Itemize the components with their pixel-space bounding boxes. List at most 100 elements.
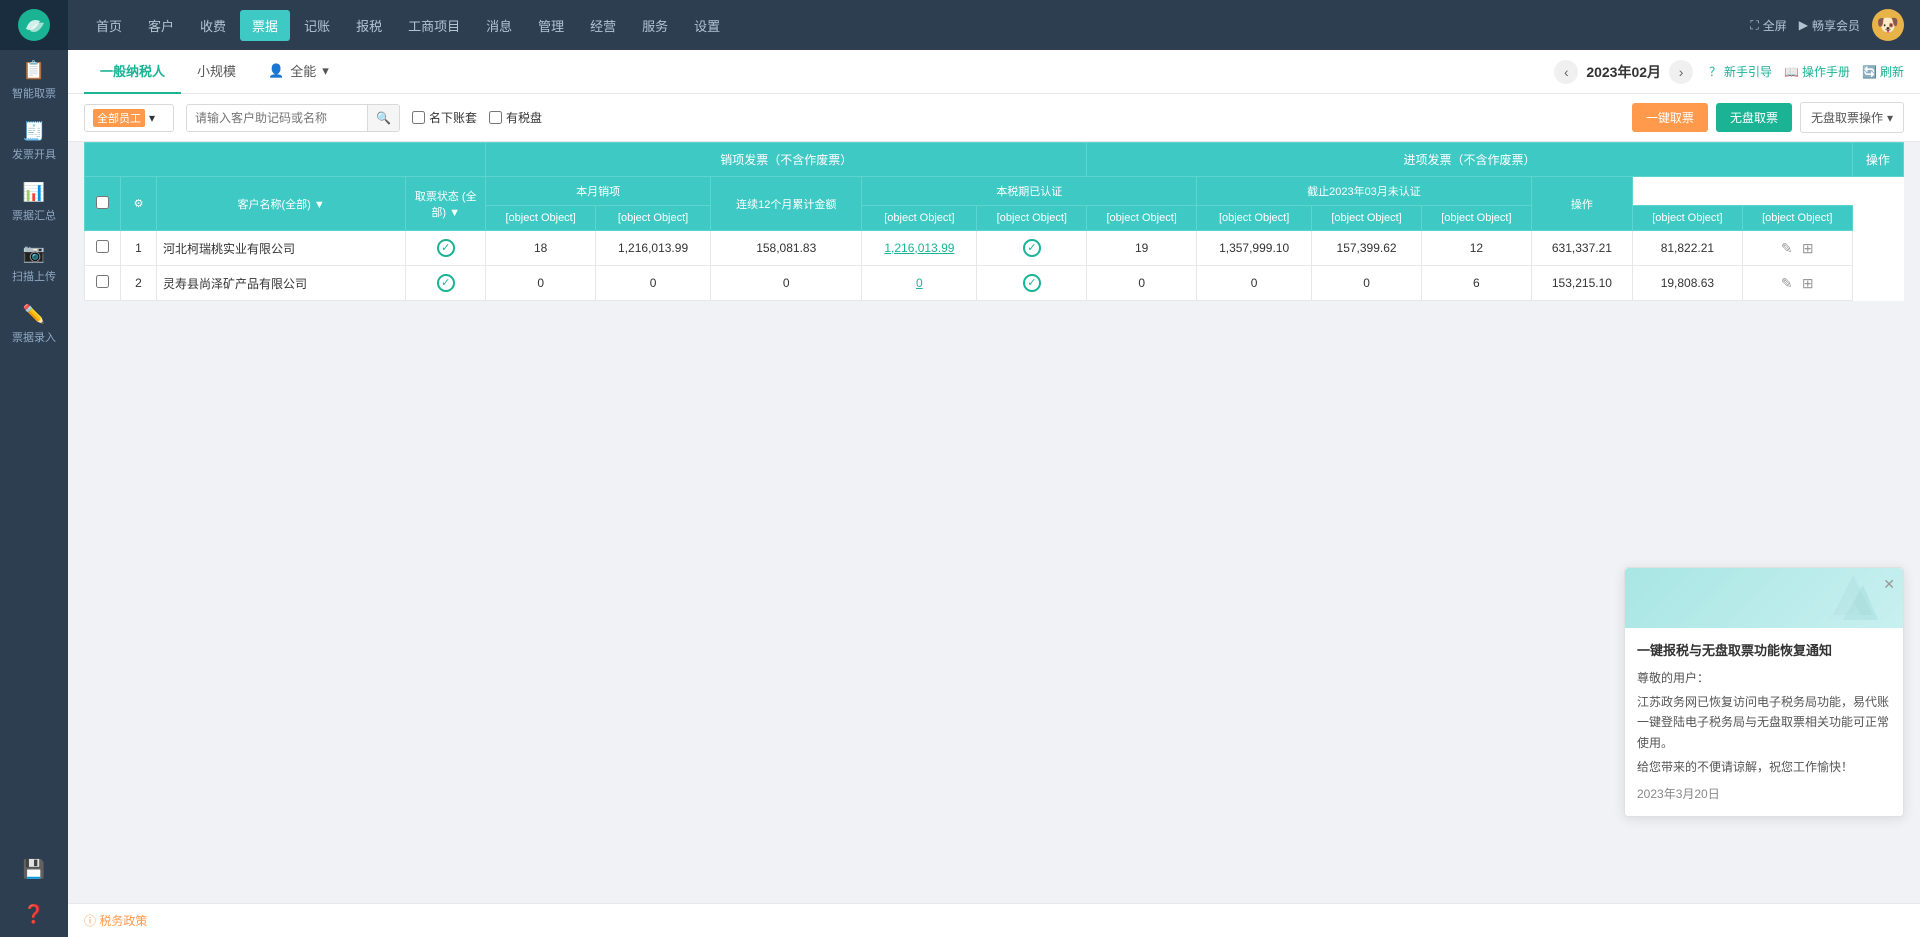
search-input[interactable] (187, 105, 367, 131)
nav-client[interactable]: 客户 (136, 10, 186, 41)
fullscreen-btn[interactable]: ⛶ 全屏 (1750, 17, 1786, 34)
vip-btn[interactable]: ▶ 畅享会员 (1799, 17, 1860, 34)
th-sales-count: [object Object] (486, 206, 596, 231)
invoice-issue-icon: 🧾 (23, 121, 45, 142)
row-uncert-count-1: 6 (1421, 266, 1531, 301)
row-checkbox-0[interactable] (96, 240, 109, 253)
sidebar-item-scan-upload[interactable]: 📷 扫描上传 (0, 233, 68, 294)
sidebar-item-download[interactable]: 💾 (0, 847, 68, 892)
sidebar-item-smart-fetch[interactable]: 📋 智能取票 (0, 50, 68, 111)
scan-upload-icon: 📷 (23, 243, 45, 264)
nav-operation[interactable]: 经营 (578, 10, 628, 41)
row-actions-0: ✎ ⊞ (1742, 231, 1852, 266)
tax-policy-link[interactable]: ⓘ 税务政策 (84, 912, 147, 929)
sidebar: 📋 智能取票 🧾 发票开具 📊 票据汇总 📷 扫描上传 ✏️ 票据录入 💾 ❓ (0, 0, 68, 937)
nav-management[interactable]: 管理 (526, 10, 576, 41)
edit-icon-0[interactable]: ✎ (1781, 240, 1793, 256)
search-icon: 🔍 (376, 111, 391, 125)
nav-message[interactable]: 消息 (474, 10, 524, 41)
vip-icon: ▶ (1799, 18, 1808, 32)
row-sales-amount-1: 0 (596, 266, 711, 301)
table-row: 2 灵寿县尚泽矿产品有限公司 ✓ 0 0 0 0 ✓ 0 0 0 6 153,2… (85, 266, 1904, 301)
guide-btn[interactable]: ？ 新手引导 (1709, 63, 1772, 80)
nav-bookkeeping[interactable]: 记账 (292, 10, 342, 41)
nav-fee[interactable]: 收费 (188, 10, 238, 41)
th-customer[interactable]: 客户名称(全部) ▼ (157, 177, 406, 231)
checkbox-taxdisk[interactable]: 有税盘 (489, 109, 542, 126)
dropdown-icon: ▾ (1887, 111, 1893, 125)
search-button[interactable]: 🔍 (367, 105, 399, 131)
filter-right-btns: 一键取票 无盘取票 无盘取票操作 ▾ (1632, 102, 1904, 133)
th-action-col: 操作 (1531, 177, 1632, 231)
th-uncert-tax: [object Object] (1742, 206, 1852, 231)
no-disk-ops-btn[interactable]: 无盘取票操作 ▾ (1800, 102, 1904, 133)
nav-business[interactable]: 工商项目 (396, 10, 472, 41)
one-click-fetch-btn[interactable]: 一键取票 (1632, 103, 1708, 132)
tabs-row: 一般纳税人 小规模 👤 全能 ▾ ‹ 2023年02月 › ？ 新手引导 📖 操… (68, 50, 1920, 94)
nav-invoice[interactable]: 票据 (240, 10, 290, 41)
th-cert-amount: [object Object] (1197, 206, 1312, 231)
sidebar-item-invoice-summary[interactable]: 📊 票据汇总 (0, 172, 68, 233)
checkbox-taxdisk-input[interactable] (489, 111, 502, 124)
view-icon-0[interactable]: ⊞ (1802, 240, 1814, 256)
tab-all[interactable]: 👤 全能 ▾ (252, 50, 345, 94)
employee-select[interactable]: 全部员工 ▾ (84, 104, 174, 132)
th-fetch-status[interactable]: 取票状态 (全部) ▼ (406, 177, 486, 231)
sidebar-item-label: 智能取票 (12, 85, 56, 101)
row-sales-count-0: 18 (486, 231, 596, 266)
row-checkbox-1[interactable] (96, 275, 109, 288)
chevron-down-icon: ▾ (149, 111, 155, 125)
filter-row: 全部员工 ▾ 🔍 名下账套 有税盘 一键取票 无盘取票 无 (68, 94, 1920, 142)
table-sub-header-row1: ⚙ 客户名称(全部) ▼ 取票状态 (全部) ▼ 本月销项 连续12个月累计金额… (85, 177, 1904, 206)
edit-icon-1[interactable]: ✎ (1781, 275, 1793, 291)
no-disk-fetch-btn[interactable]: 无盘取票 (1716, 103, 1792, 132)
row-fetch-status-0: ✓ (406, 231, 486, 266)
checkbox-account-input[interactable] (412, 111, 425, 124)
prev-month-btn[interactable]: ‹ (1554, 60, 1578, 84)
fetch-status-icon-1: ✓ (437, 274, 455, 292)
nav-home[interactable]: 首页 (84, 10, 134, 41)
view-icon-1[interactable]: ⊞ (1802, 275, 1814, 291)
help-icon: ❓ (23, 904, 45, 925)
manual-btn[interactable]: 📖 操作手册 (1784, 63, 1850, 80)
notification-close-btn[interactable]: ✕ (1883, 576, 1895, 593)
row-sales-tax-0: 158,081.83 (711, 231, 862, 266)
sidebar-item-invoice-issue[interactable]: 🧾 发票开具 (0, 111, 68, 172)
th-uncertified: 截止2023年03月未认证 (1197, 177, 1532, 206)
fetch-status-icon-0: ✓ (437, 239, 455, 257)
sidebar-item-label: 票据汇总 (12, 207, 56, 223)
row-cert-status-0: ✓ (977, 231, 1087, 266)
settings-icon: ⚙ (134, 198, 144, 210)
row-name-0: 河北柯瑞桃实业有限公司 (157, 231, 406, 266)
logo-icon (16, 7, 52, 43)
tab-general-taxpayer[interactable]: 一般纳税人 (84, 50, 181, 94)
row-check-1[interactable] (85, 266, 121, 301)
sidebar-item-help[interactable]: ❓ (0, 892, 68, 937)
nav-settings[interactable]: 设置 (682, 10, 732, 41)
cumulative-link-0[interactable]: 1,216,013.99 (884, 241, 954, 255)
tab-small-scale[interactable]: 小规模 (181, 50, 252, 94)
invoice-summary-icon: 📊 (23, 182, 45, 203)
select-all-checkbox[interactable] (96, 196, 109, 209)
row-actions-1: ✎ ⊞ (1742, 266, 1852, 301)
row-num-0: 1 (121, 231, 157, 266)
next-month-btn[interactable]: › (1669, 60, 1693, 84)
th-cert-status[interactable]: [object Object] (977, 206, 1087, 231)
nav-service[interactable]: 服务 (630, 10, 680, 41)
nav-tax[interactable]: 报税 (344, 10, 394, 41)
month-label: 2023年02月 (1586, 62, 1661, 82)
download-icon: 💾 (23, 859, 45, 880)
notification-popup: ✕ 一键报税与无盘取票功能恢复通知 尊敬的用户： 江苏政务网已恢复访问电子税务局… (1624, 567, 1904, 817)
refresh-icon: 🔄 (1862, 65, 1877, 79)
sidebar-item-label: 票据录入 (12, 329, 56, 345)
sidebar-item-invoice-entry[interactable]: ✏️ 票据录入 (0, 294, 68, 355)
guide-icon: ？ (1709, 63, 1721, 80)
cumulative-link-1[interactable]: 0 (916, 276, 923, 290)
user-avatar[interactable]: 🐶 (1872, 9, 1904, 41)
checkbox-account[interactable]: 名下账套 (412, 109, 477, 126)
refresh-btn[interactable]: 🔄 刷新 (1862, 63, 1904, 80)
notification-apology: 给您带来的不便请谅解，祝您工作愉快！ (1637, 757, 1891, 777)
row-check-0[interactable] (85, 231, 121, 266)
cert-status-icon-1: ✓ (1023, 274, 1041, 292)
row-uncert-tax-1: 19,808.63 (1632, 266, 1742, 301)
